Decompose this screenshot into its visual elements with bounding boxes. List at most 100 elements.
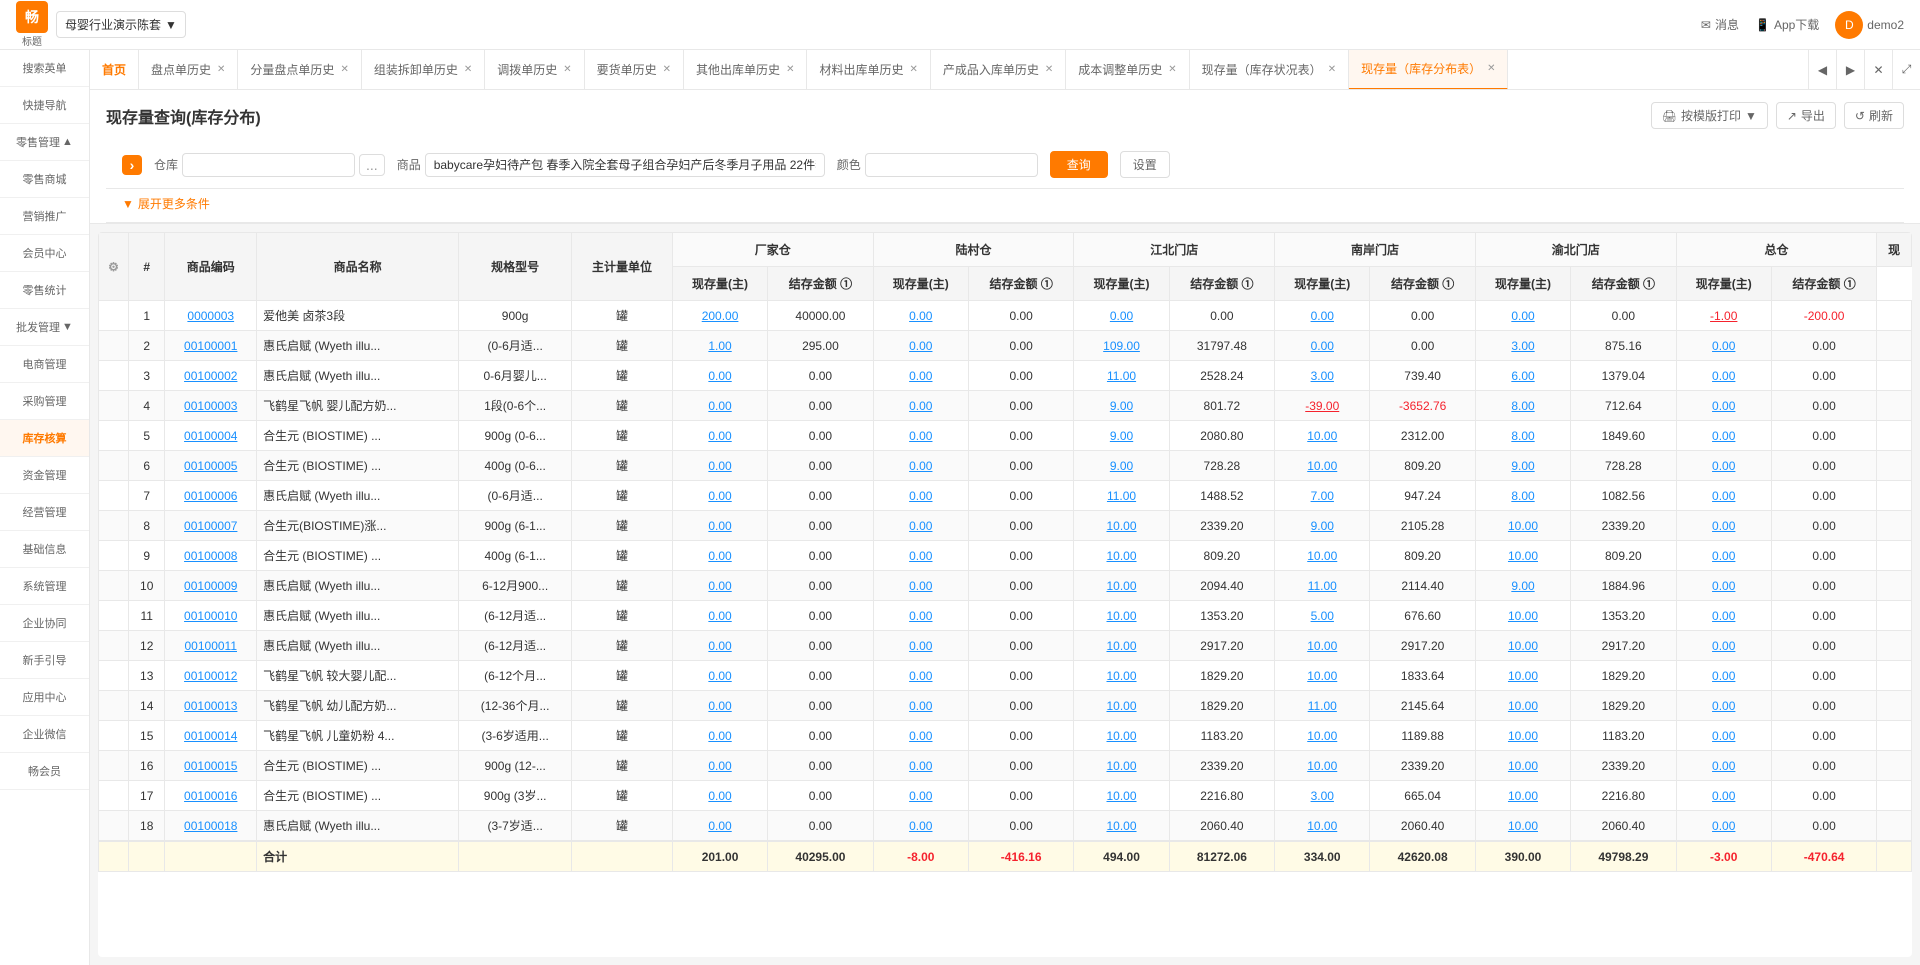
warehouse-dots-btn[interactable]: ... (359, 154, 385, 176)
sidebar-item-wholesale[interactable]: 批发管理 ▼ (0, 309, 89, 346)
sidebar-item-finance[interactable]: 资金管理 (0, 457, 89, 494)
tab-other-out[interactable]: 其他出库单历史 ✕ (684, 50, 807, 90)
row-amt-4: 2216.80 (1571, 781, 1676, 811)
setting-btn[interactable]: 设置 (1120, 151, 1170, 178)
tab-stocktake[interactable]: 盘点单历史 ✕ (139, 50, 238, 90)
row-settings (99, 661, 129, 691)
warehouse-input[interactable] (182, 153, 355, 177)
row-spec: (6-12月适... (459, 631, 572, 661)
sidebar-item-nav[interactable]: 快捷导航 (0, 87, 89, 124)
tab-inventory-dist[interactable]: 现存量（库存分布表） ✕ (1349, 50, 1508, 90)
row-amt-0: 0.00 (768, 631, 873, 661)
nav-next-btn[interactable]: ▶ (1836, 50, 1864, 90)
close-icon[interactable]: ✕ (786, 64, 794, 75)
sidebar-item-retail-mgmt[interactable]: 零售管理 ▲ (0, 124, 89, 161)
row-amt-4: 2060.40 (1571, 811, 1676, 842)
row-spec: (6-12月适... (459, 601, 572, 631)
sidebar-item-basic[interactable]: 基础信息 (0, 531, 89, 568)
sidebar-item-ecommerce[interactable]: 电商管理 (0, 346, 89, 383)
row-amt-0: 0.00 (768, 691, 873, 721)
expand-filter-btn[interactable]: ▼ 展开更多条件 (122, 195, 210, 212)
row-current (1877, 811, 1912, 842)
color-input[interactable] (865, 153, 1038, 177)
sidebar-item-marketing[interactable]: 营销推广 (0, 198, 89, 235)
close-icon[interactable]: ✕ (563, 64, 571, 75)
tab-product-in[interactable]: 产成品入库单历史 ✕ (931, 50, 1066, 90)
sidebar-item-search[interactable]: 搜索英单 (0, 50, 89, 87)
row-name: 飞鹤星飞帆 较大婴儿配... (257, 661, 459, 691)
message-btn[interactable]: ✉ 消息 (1701, 16, 1739, 33)
row-qty-3: 5.00 (1275, 601, 1370, 631)
row-qty-2: 10.00 (1074, 751, 1169, 781)
row-unit: 罐 (572, 541, 673, 571)
row-amt-1: 0.00 (968, 811, 1073, 842)
row-amt-5: 0.00 (1771, 391, 1876, 421)
sidebar-item-retail-mall[interactable]: 零售商城 (0, 161, 89, 198)
close-icon[interactable]: ✕ (340, 64, 348, 75)
close-icon[interactable]: ✕ (1045, 64, 1053, 75)
tab-assemble[interactable]: 组装拆卸单历史 ✕ (362, 50, 485, 90)
sidebar-item-vip[interactable]: 畅会员 (0, 753, 89, 790)
goods-filter: 商品 (397, 153, 825, 177)
row-amt-2: 2339.20 (1169, 511, 1274, 541)
tab-home[interactable]: 首页 (90, 50, 139, 90)
app-download-btn[interactable]: 📱 App下载 (1755, 16, 1819, 33)
tab-cost-adjust[interactable]: 成本调整单历史 ✕ (1066, 50, 1189, 90)
row-qty-2: 10.00 (1074, 691, 1169, 721)
sidebar-item-app-center[interactable]: 应用中心 (0, 679, 89, 716)
row-index: 3 (129, 361, 165, 391)
export-btn[interactable]: ↗ 导出 (1776, 102, 1836, 129)
close-icon[interactable]: ✕ (217, 64, 225, 75)
gear-icon[interactable]: ⚙ (108, 260, 119, 274)
query-btn[interactable]: 查询 (1050, 151, 1108, 178)
row-qty-1: 0.00 (873, 481, 968, 511)
refresh-btn[interactable]: ↺ 刷新 (1844, 102, 1904, 129)
user-area[interactable]: D demo2 (1835, 11, 1904, 39)
close-icon[interactable]: ✕ (464, 64, 472, 75)
tab-material-out[interactable]: 材料出库单历史 ✕ (807, 50, 930, 90)
row-qty-2: 10.00 (1074, 511, 1169, 541)
close-icon[interactable]: ✕ (1328, 64, 1336, 75)
sidebar-item-system[interactable]: 系统管理 (0, 568, 89, 605)
top-bar: 畅 标题 母婴行业演示陈套 ▼ ✉ 消息 📱 App下载 D demo2 (0, 0, 1920, 50)
row-qty-1: 0.00 (873, 781, 968, 811)
refresh-icon: ↺ (1855, 109, 1865, 123)
close-icon[interactable]: ✕ (909, 64, 917, 75)
close-icon[interactable]: ✕ (1168, 64, 1176, 75)
row-amt-4: 1353.20 (1571, 601, 1676, 631)
sidebar-item-wework[interactable]: 企业微信 (0, 716, 89, 753)
close-icon[interactable]: ✕ (663, 64, 671, 75)
row-code: 0000003 (165, 301, 257, 331)
tab-transfer[interactable]: 调拨单历史 ✕ (485, 50, 584, 90)
print-btn[interactable]: 🖨 按模版打印 ▼ (1651, 102, 1768, 129)
sidebar-item-member[interactable]: 会员中心 (0, 235, 89, 272)
row-qty-5: 0.00 (1676, 781, 1771, 811)
row-qty-0: 0.00 (672, 511, 767, 541)
row-name: 爱他美 卤茶3段 (257, 301, 459, 331)
tab-split-stocktake[interactable]: 分量盘点单历史 ✕ (238, 50, 361, 90)
row-settings (99, 511, 129, 541)
nav-prev-btn[interactable]: ◀ (1808, 50, 1836, 90)
sidebar-item-enterprise[interactable]: 企业协同 (0, 605, 89, 642)
sidebar-item-retail-stat[interactable]: 零售统计 (0, 272, 89, 309)
sidebar-item-operation[interactable]: 经营管理 (0, 494, 89, 531)
sidebar-item-inventory[interactable]: 库存核算 (0, 420, 89, 457)
row-amt-3: 2114.40 (1370, 571, 1475, 601)
nav-close-btn[interactable]: ✕ (1864, 50, 1892, 90)
row-qty-0: 0.00 (672, 451, 767, 481)
close-icon[interactable]: ✕ (1487, 63, 1495, 74)
filter-toggle-btn[interactable]: › (122, 155, 142, 175)
row-qty-3: 10.00 (1275, 721, 1370, 751)
sidebar-item-purchase[interactable]: 采购管理 (0, 383, 89, 420)
tab-inventory-status[interactable]: 现存量（库存状况表） ✕ (1190, 50, 1349, 90)
nav-expand-btn[interactable]: ⤢ (1892, 50, 1920, 90)
goods-input[interactable] (425, 153, 825, 177)
row-qty-5: 0.00 (1676, 391, 1771, 421)
tab-order[interactable]: 要货单历史 ✕ (585, 50, 684, 90)
col-yb-qty: 现存量(主) (1475, 267, 1570, 301)
store-select[interactable]: 母婴行业演示陈套 ▼ (56, 11, 186, 38)
row-qty-4: 10.00 (1475, 541, 1570, 571)
sidebar-item-guide[interactable]: 新手引导 (0, 642, 89, 679)
row-name: 惠氏启赋 (Wyeth illu... (257, 481, 459, 511)
row-current (1877, 361, 1912, 391)
